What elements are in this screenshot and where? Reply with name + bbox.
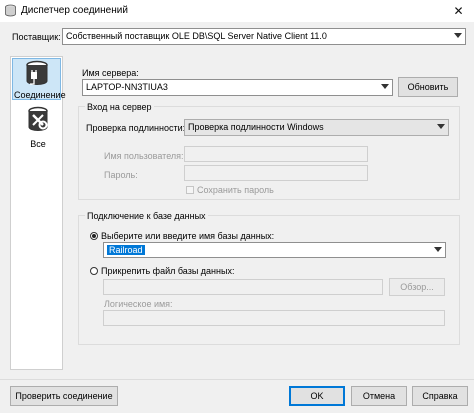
tools-icon [24, 106, 52, 134]
username-label: Имя пользователя: [104, 151, 184, 161]
test-connection-button[interactable]: Проверить соединение [10, 386, 118, 406]
chevron-down-icon [381, 84, 389, 89]
auth-value: Проверка подлинности Windows [188, 122, 324, 132]
footer-divider [0, 379, 474, 380]
provider-value: Собственный поставщик OLE DB\SQL Server … [66, 31, 327, 41]
chevron-down-icon [454, 33, 462, 38]
database-group-title: Подключение к базе данных [85, 210, 208, 222]
server-name-label: Имя сервера: [82, 68, 139, 78]
server-name-value: LAPTOP-NN3TIUA3 [86, 82, 168, 92]
connection-plug-icon [22, 60, 52, 88]
select-database-label: Выберите или введите имя базы данных: [101, 231, 275, 241]
username-field[interactable] [184, 146, 368, 162]
database-value: Railroad [107, 245, 145, 255]
chevron-down-icon [437, 124, 445, 129]
browse-button[interactable]: Обзор... [389, 278, 445, 296]
provider-label: Поставщик: [12, 32, 61, 42]
password-label: Пароль: [104, 170, 138, 180]
logical-name-label: Логическое имя: [104, 299, 173, 309]
attach-file-field[interactable] [103, 279, 383, 295]
window-title: Диспетчер соединений [21, 5, 128, 16]
select-database-radio[interactable] [90, 232, 98, 240]
cancel-button[interactable]: Отмена [351, 386, 407, 406]
server-name-select[interactable]: LAPTOP-NN3TIUA3 [82, 79, 393, 96]
help-button[interactable]: Справка [412, 386, 468, 406]
logical-name-field[interactable] [103, 310, 445, 326]
database-select[interactable]: Railroad [103, 242, 446, 258]
chevron-down-icon [434, 247, 442, 252]
close-icon[interactable]: ✕ [443, 0, 474, 22]
attach-file-radio[interactable] [90, 267, 98, 275]
refresh-button[interactable]: Обновить [398, 77, 458, 97]
auth-label: Проверка подлинности: [86, 123, 186, 133]
ok-button[interactable]: OK [289, 386, 345, 406]
login-group-title: Вход на сервер [85, 101, 154, 113]
sidebar-item-label: Все [30, 139, 46, 149]
save-password-checkbox[interactable] [186, 186, 194, 194]
attach-file-label: Прикрепить файл базы данных: [101, 266, 235, 276]
sidebar-item-label: Соединение [14, 90, 66, 100]
auth-select[interactable]: Проверка подлинности Windows [184, 119, 449, 136]
save-password-label: Сохранить пароль [197, 185, 274, 195]
provider-select[interactable]: Собственный поставщик OLE DB\SQL Server … [62, 28, 466, 45]
app-icon [4, 4, 17, 17]
password-field[interactable] [184, 165, 368, 181]
